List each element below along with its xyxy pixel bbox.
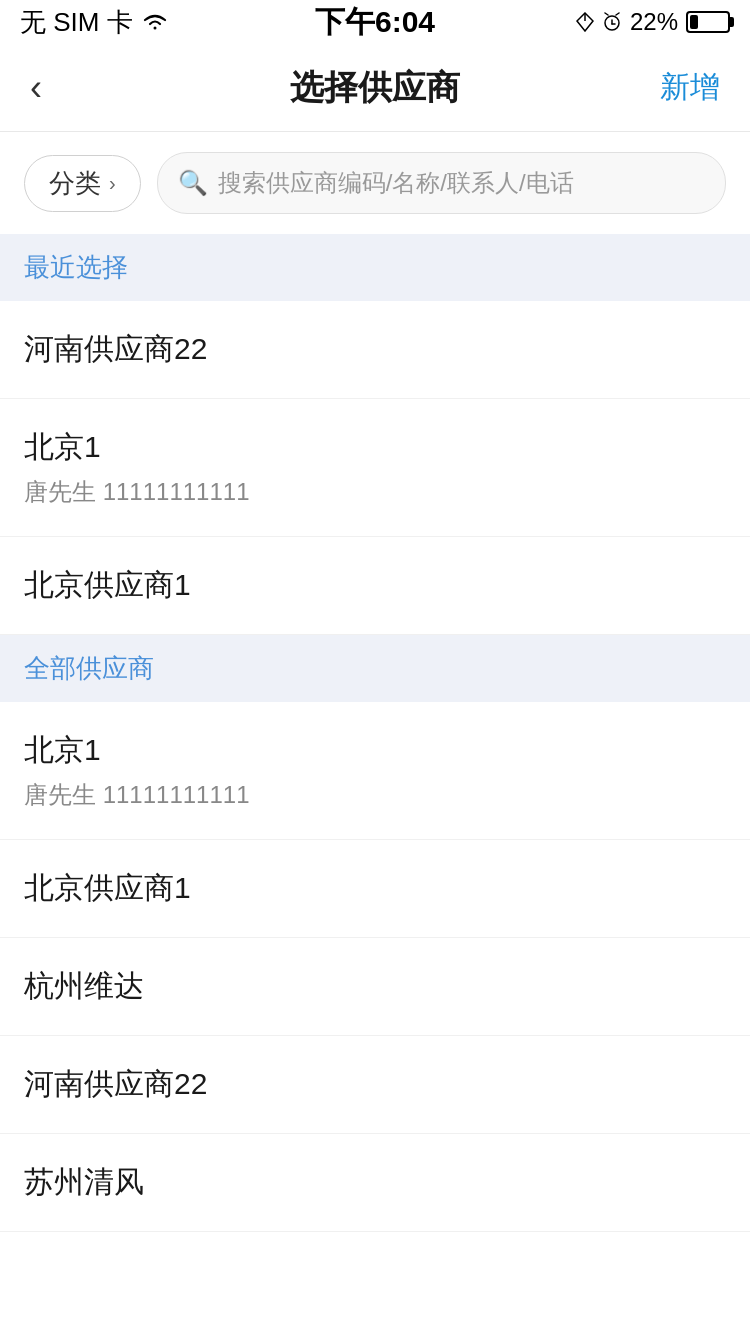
svg-line-3 xyxy=(605,13,608,15)
list-item[interactable]: 河南供应商22 xyxy=(0,301,750,399)
all-items-list: 北京1 唐先生 11111111111 北京供应商1 杭州维达 河南供应商22 … xyxy=(0,702,750,1232)
status-time: 下午6:04 xyxy=(315,2,435,43)
chevron-right-icon: › xyxy=(109,172,116,195)
status-bar: 无 SIM 卡 下午6:04 22% xyxy=(0,0,750,44)
item-name: 苏州清风 xyxy=(24,1162,726,1203)
carrier-text: 无 SIM 卡 xyxy=(20,5,133,40)
back-button[interactable]: ‹ xyxy=(30,67,90,109)
all-section-label: 全部供应商 xyxy=(24,653,154,683)
item-name: 北京1 xyxy=(24,730,726,771)
category-label: 分类 xyxy=(49,166,101,201)
item-name: 北京供应商1 xyxy=(24,868,726,909)
item-name: 北京1 xyxy=(24,427,726,468)
item-contact: 唐先生 11111111111 xyxy=(24,779,726,811)
search-icon: 🔍 xyxy=(178,169,208,197)
search-box[interactable]: 🔍 搜索供应商编码/名称/联系人/电话 xyxy=(157,152,726,214)
battery-icon xyxy=(686,11,730,33)
list-item[interactable]: 河南供应商22 xyxy=(0,1036,750,1134)
list-item[interactable]: 北京1 唐先生 11111111111 xyxy=(0,399,750,537)
list-item[interactable]: 北京1 唐先生 11111111111 xyxy=(0,702,750,840)
list-item[interactable]: 杭州维达 xyxy=(0,938,750,1036)
filter-bar: 分类 › 🔍 搜索供应商编码/名称/联系人/电话 xyxy=(0,132,750,234)
item-name: 北京供应商1 xyxy=(24,565,726,606)
item-name: 河南供应商22 xyxy=(24,1064,726,1105)
battery-percent: 22% xyxy=(630,8,678,36)
search-placeholder: 搜索供应商编码/名称/联系人/电话 xyxy=(218,167,574,199)
list-item[interactable]: 北京供应商1 xyxy=(0,537,750,635)
status-right: 22% xyxy=(576,8,730,36)
all-section-header: 全部供应商 xyxy=(0,635,750,702)
category-button[interactable]: 分类 › xyxy=(24,155,141,212)
alarm-icon xyxy=(602,12,622,32)
item-name: 河南供应商22 xyxy=(24,329,726,370)
item-name: 杭州维达 xyxy=(24,966,726,1007)
page-title: 选择供应商 xyxy=(290,65,460,111)
recent-section-header: 最近选择 xyxy=(0,234,750,301)
list-item[interactable]: 北京供应商1 xyxy=(0,840,750,938)
add-button[interactable]: 新增 xyxy=(660,67,720,108)
recent-section-label: 最近选择 xyxy=(24,252,128,282)
wifi-icon xyxy=(141,12,169,32)
battery-fill xyxy=(690,15,698,29)
list-item[interactable]: 苏州清风 xyxy=(0,1134,750,1232)
location-icon xyxy=(576,12,594,32)
item-contact: 唐先生 11111111111 xyxy=(24,476,726,508)
recent-items-list: 河南供应商22 北京1 唐先生 11111111111 北京供应商1 xyxy=(0,301,750,635)
svg-line-4 xyxy=(616,13,619,15)
nav-bar: ‹ 选择供应商 新增 xyxy=(0,44,750,132)
status-carrier: 无 SIM 卡 xyxy=(20,5,169,40)
